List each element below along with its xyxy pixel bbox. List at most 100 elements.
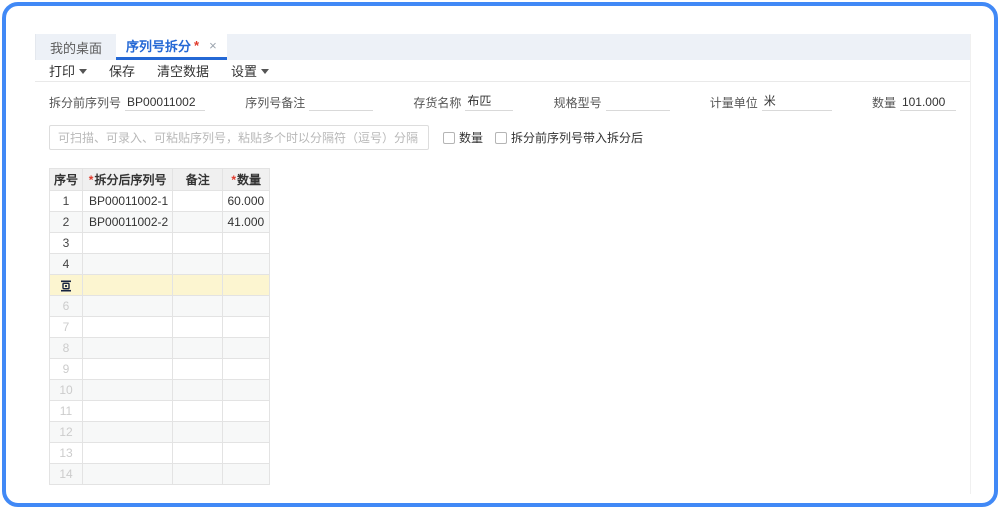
tab-label: 序列号拆分 (126, 39, 192, 54)
settings-label: 设置 (231, 64, 258, 79)
column-header-2[interactable]: 备注 (172, 168, 224, 191)
field-serial-remark: 序列号备注 (245, 92, 374, 111)
current-row-icon (61, 280, 71, 292)
settings-button[interactable]: 设置 (231, 61, 270, 80)
tab-my-desktop[interactable]: 我的桌面 (36, 34, 116, 60)
save-label: 保存 (109, 64, 136, 79)
row-number-cell[interactable] (48, 274, 84, 296)
row-number-cell[interactable]: 1 (48, 190, 84, 212)
remark-cell[interactable] (172, 211, 224, 233)
table-row: 7 (48, 316, 271, 338)
serial-remark-input[interactable] (309, 96, 374, 111)
chevron-down-icon (261, 69, 270, 74)
row-number-cell: 7 (48, 316, 84, 338)
print-button[interactable]: 打印 (49, 61, 88, 80)
remark-cell (172, 295, 224, 317)
serial-after-split-cell (82, 400, 174, 422)
serial-after-split-cell[interactable]: BP00011002-1 (82, 190, 174, 212)
chevron-down-icon (79, 69, 88, 74)
save-button[interactable]: 保存 (109, 61, 135, 80)
checkbox-carry-serial[interactable]: 拆分前序列号带入拆分后 (495, 129, 643, 146)
serial-after-split-cell[interactable]: BP00011002-2 (82, 211, 174, 233)
row-number-cell: 11 (48, 400, 84, 422)
required-indicator: * (231, 173, 237, 187)
tab-serial-split[interactable]: 序列号拆分 * × (116, 34, 227, 60)
quantity-cell[interactable] (222, 232, 271, 254)
serial-after-split-cell (82, 379, 174, 401)
quantity-cell (222, 295, 271, 317)
tab-label: 我的桌面 (50, 40, 103, 56)
options: 数量 拆分前序列号带入拆分后 (443, 129, 643, 146)
table-row (48, 274, 271, 296)
clear-data-label: 清空数据 (157, 64, 210, 79)
remark-cell[interactable] (172, 232, 224, 254)
table-row: 4 (48, 253, 271, 275)
quantity-cell (222, 463, 271, 485)
row-number-cell: 14 (48, 463, 84, 485)
table-row: 2 BP00011002-2 41.000 (48, 211, 271, 233)
toolbar: 打印 保存 清空数据 设置 (35, 60, 970, 82)
field-label: 规格型号 (553, 96, 602, 110)
serial-after-split-cell[interactable] (82, 253, 174, 275)
remark-cell[interactable] (172, 190, 224, 212)
quantity-cell[interactable]: 41.000 (222, 211, 271, 233)
serial-after-split-cell (82, 463, 174, 485)
field-quantity: 数量 101.000 (872, 92, 956, 111)
row-number-cell[interactable]: 2 (48, 211, 84, 233)
quantity-cell[interactable] (222, 274, 271, 296)
serial-after-split-cell[interactable] (82, 232, 174, 254)
scan-serial-input[interactable] (49, 125, 429, 150)
remark-cell (172, 379, 224, 401)
quantity-cell (222, 400, 271, 422)
checkbox-icon (443, 131, 455, 144)
scan-row: 数量 拆分前序列号带入拆分后 (35, 113, 970, 150)
field-label: 拆分前序列号 (49, 96, 122, 110)
field-serial-before-split: 拆分前序列号 BP00011002 (49, 92, 206, 111)
serial-after-split-cell (82, 316, 174, 338)
field-unit: 计量单位 米 (710, 92, 832, 111)
print-label: 打印 (49, 64, 76, 79)
quantity-cell[interactable] (222, 253, 271, 275)
row-number-cell: 9 (48, 358, 84, 380)
field-label: 数量 (871, 96, 896, 110)
close-tab-icon[interactable]: × (209, 38, 217, 53)
checkbox-label: 数量 (459, 131, 484, 145)
quantity-cell (222, 358, 271, 380)
unsaved-indicator: * (194, 38, 200, 53)
row-number-cell: 12 (48, 421, 84, 443)
row-number-cell: 6 (48, 295, 84, 317)
field-label: 存货名称 (413, 96, 462, 110)
table-row: 13 (48, 442, 271, 464)
serial-after-split-cell (82, 421, 174, 443)
remark-cell[interactable] (172, 274, 224, 296)
serial-after-split-cell (82, 442, 174, 464)
table-row: 3 (48, 232, 271, 254)
column-header-1[interactable]: *拆分后序列号 (82, 168, 174, 191)
tab-bar: 我的桌面 序列号拆分 * × (35, 34, 970, 60)
window-frame: 我的桌面 序列号拆分 * × 打印 保存 清空数据 设置 拆分前序列号 BP00… (2, 2, 998, 507)
row-number-cell: 10 (48, 379, 84, 401)
column-header-0[interactable]: 序号 (48, 168, 84, 191)
row-number-cell: 8 (48, 337, 84, 359)
table-row: 10 (48, 379, 271, 401)
quantity-cell (222, 421, 271, 443)
serial-after-split-cell[interactable] (82, 274, 174, 296)
remark-cell (172, 442, 224, 464)
remark-cell (172, 358, 224, 380)
header-form: 拆分前序列号 BP00011002 序列号备注 存货名称 布匹 规格型号 计量单… (35, 82, 970, 113)
clear-data-button[interactable]: 清空数据 (157, 61, 209, 80)
row-number-cell[interactable]: 3 (48, 232, 84, 254)
remark-cell[interactable] (172, 253, 224, 275)
table-row: 1 BP00011002-1 60.000 (48, 190, 271, 212)
row-number-cell[interactable]: 4 (48, 253, 84, 275)
table-header: 序号 *拆分后序列号 备注 *数量 (48, 168, 271, 191)
unit-value: 米 (761, 92, 832, 111)
column-header-3[interactable]: *数量 (222, 168, 271, 191)
row-number-cell: 13 (48, 442, 84, 464)
quantity-cell[interactable]: 60.000 (222, 190, 271, 212)
table-row: 14 (48, 463, 271, 485)
checkbox-quantity[interactable]: 数量 (443, 129, 483, 146)
checkbox-label: 拆分前序列号带入拆分后 (511, 131, 644, 145)
serial-before-split-input[interactable]: BP00011002 (125, 95, 206, 111)
main-content: 我的桌面 序列号拆分 * × 打印 保存 清空数据 设置 拆分前序列号 BP00… (35, 34, 971, 494)
